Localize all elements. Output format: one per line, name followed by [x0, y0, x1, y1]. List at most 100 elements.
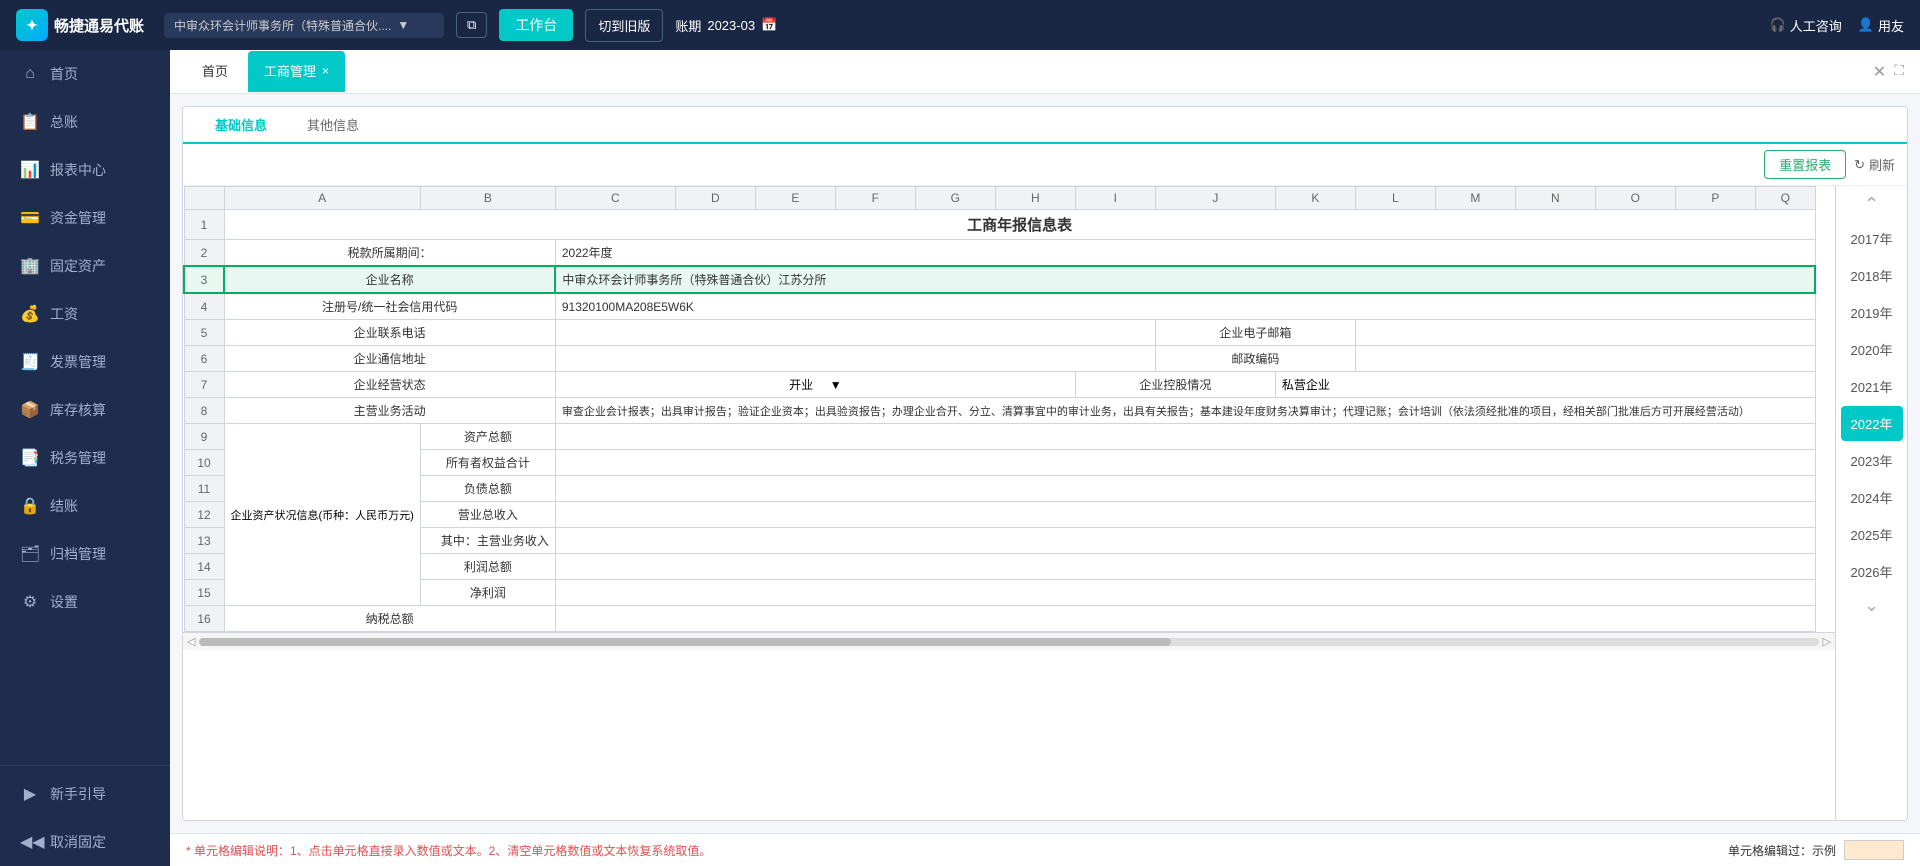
- company-selector[interactable]: 中审众环会计师事务所（特殊普通合伙.... ▼: [164, 13, 444, 38]
- sidebar-item-home[interactable]: ⌂首页: [0, 50, 170, 98]
- sidebar-label-assets: 固定资产: [50, 256, 106, 276]
- year-item-2017年[interactable]: 2017年: [1841, 221, 1903, 256]
- user-avatar[interactable]: 👤 用友: [1858, 16, 1904, 35]
- row6-address[interactable]: [555, 346, 1155, 372]
- sidebar-item-finance[interactable]: 💳资金管理: [0, 194, 170, 242]
- sidebar-item-close[interactable]: 🔒结账: [0, 482, 170, 530]
- user-service[interactable]: 🎧 人工咨询: [1770, 16, 1842, 35]
- year-item-2019年[interactable]: 2019年: [1841, 295, 1903, 330]
- year-item-2026年[interactable]: 2026年: [1841, 554, 1903, 589]
- user-label: 用友: [1878, 16, 1904, 35]
- sidebar-item-assets[interactable]: 🏢固定资产: [0, 242, 170, 290]
- sub-tab-other[interactable]: 其他信息: [287, 107, 379, 144]
- calendar-icon[interactable]: 📅: [761, 17, 777, 33]
- row8-label: 主营业务活动: [224, 398, 555, 424]
- row5-label: 企业联系电话: [224, 320, 555, 346]
- year-item-2018年[interactable]: 2018年: [1841, 258, 1903, 293]
- row12-revenue-value[interactable]: [555, 502, 1815, 528]
- tab-close-btn[interactable]: ×: [322, 64, 329, 78]
- row10-equity-label: 所有者权益合计: [420, 450, 555, 476]
- row5-email-label: 企业电子邮箱: [1155, 320, 1355, 346]
- row10-equity-value[interactable]: [555, 450, 1815, 476]
- year-item-2025年[interactable]: 2025年: [1841, 517, 1903, 552]
- row9-asset-value[interactable]: [555, 424, 1815, 450]
- row-num-2: 2: [184, 240, 224, 267]
- sidebar-item-unpin[interactable]: ◀◀ 取消固定: [0, 818, 170, 866]
- table-row: 11 负债总额: [184, 476, 1815, 502]
- row11-debt-value[interactable]: [555, 476, 1815, 502]
- tab-home[interactable]: 首页: [186, 51, 244, 92]
- row7-status-value[interactable]: 开业 ▼: [555, 372, 1075, 398]
- copy-icon-btn[interactable]: ⧉: [456, 12, 487, 38]
- sidebar-item-payroll[interactable]: 💰工资: [0, 290, 170, 338]
- sub-tab-basic[interactable]: 基础信息: [195, 107, 287, 144]
- row16-tax-value[interactable]: [555, 606, 1815, 632]
- col-header-q: Q: [1755, 187, 1815, 210]
- user-service-label: 人工咨询: [1790, 16, 1842, 35]
- spreadsheet-scroll[interactable]: A B C D E F G H I J: [183, 186, 1835, 820]
- content-area: 首页 工商管理 × ✕ ⛶ 基础信息 其他信息: [170, 50, 1920, 866]
- sidebar-item-report[interactable]: 📊报表中心: [0, 146, 170, 194]
- sidebar-label-home: 首页: [50, 64, 78, 84]
- row14-profit-value[interactable]: [555, 554, 1815, 580]
- scroll-left-icon[interactable]: ◁: [187, 635, 195, 648]
- year-panel-down[interactable]: ⌄: [1860, 591, 1883, 620]
- sidebar-item-invoice[interactable]: 🧾发票管理: [0, 338, 170, 386]
- col-header-c: C: [555, 187, 675, 210]
- sidebar-item-archive[interactable]: 🗂归档管理: [0, 530, 170, 578]
- logo: ✦ 畅捷通易代账: [16, 9, 144, 41]
- reset-report-button[interactable]: 重置报表: [1764, 150, 1846, 179]
- table-row: 1 工商年报信息表: [184, 210, 1815, 240]
- switch-old-button[interactable]: 切到旧版: [585, 9, 663, 42]
- guide-icon: ▶: [20, 784, 40, 804]
- row8-value[interactable]: 审查企业会计报表；出具审计报告；验证企业资本；出具验资报告；办理企业合开、分立、…: [555, 398, 1815, 424]
- close-window-icon[interactable]: ✕: [1873, 62, 1886, 82]
- sidebar-label-tax: 税务管理: [50, 448, 106, 468]
- row7-hold-value[interactable]: 私营企业: [1275, 372, 1815, 398]
- workbench-button[interactable]: 工作台: [499, 9, 573, 41]
- year-panel-up[interactable]: ⌃: [1860, 190, 1883, 219]
- sidebar-item-new-guide[interactable]: ▶ 新手引导: [0, 770, 170, 818]
- col-header-b: B: [420, 187, 555, 210]
- row15-netprofit-value[interactable]: [555, 580, 1815, 606]
- col-header-k: K: [1275, 187, 1355, 210]
- row6-postal[interactable]: [1355, 346, 1815, 372]
- year-item-2024年[interactable]: 2024年: [1841, 480, 1903, 515]
- unpin-label: 取消固定: [50, 832, 106, 852]
- sidebar-item-inventory[interactable]: 📦库存核算: [0, 386, 170, 434]
- horizontal-scroll-bar[interactable]: ◁ ▷: [183, 632, 1835, 650]
- year-item-2023年[interactable]: 2023年: [1841, 443, 1903, 478]
- sidebar-item-tax[interactable]: 📑 税务管理: [0, 434, 170, 482]
- sidebar-label-payroll: 工资: [50, 304, 78, 324]
- chevron-down-icon: ▼: [397, 18, 409, 32]
- sidebar-item-ledger[interactable]: 📋总账: [0, 98, 170, 146]
- row-num-13: 13: [184, 528, 224, 554]
- sidebar-label-ledger: 总账: [50, 112, 78, 132]
- year-item-2021年[interactable]: 2021年: [1841, 369, 1903, 404]
- row3-value[interactable]: 中审众环会计师事务所（特殊普通合伙）江苏分所: [555, 266, 1815, 293]
- table-row: 6 企业通信地址 邮政编码: [184, 346, 1815, 372]
- tax-icon: 📑: [20, 448, 40, 468]
- expand-icon[interactable]: ⛶: [1894, 62, 1904, 82]
- archive-icon: 🗂: [20, 544, 40, 564]
- year-item-2020年[interactable]: 2020年: [1841, 332, 1903, 367]
- row4-value[interactable]: 91320100MA208E5W6K: [555, 293, 1815, 320]
- sample-edited-cell: [1844, 840, 1904, 860]
- row12-revenue-label: 营业总收入: [420, 502, 555, 528]
- row1-title[interactable]: 工商年报信息表: [224, 210, 1815, 240]
- inventory-icon: 📦: [20, 400, 40, 420]
- row13-main-rev-value[interactable]: [555, 528, 1815, 554]
- sidebar-item-settings[interactable]: ⚙设置: [0, 578, 170, 626]
- row2-value[interactable]: 2022年度: [555, 240, 1815, 267]
- scroll-right-icon[interactable]: ▷: [1823, 635, 1831, 648]
- row-num-14: 14: [184, 554, 224, 580]
- logo-text: 畅捷通易代账: [54, 15, 144, 36]
- row5-phone[interactable]: [555, 320, 1155, 346]
- settings-icon: ⚙: [20, 592, 40, 612]
- bottom-bar-right: 单元格编辑过：示例: [1728, 840, 1904, 860]
- row5-email[interactable]: [1355, 320, 1815, 346]
- table-row: 10 所有者权益合计: [184, 450, 1815, 476]
- year-item-2022年[interactable]: 2022年: [1841, 406, 1903, 441]
- refresh-button[interactable]: ↻ 刷新: [1854, 155, 1895, 174]
- tab-gongshang[interactable]: 工商管理 ×: [248, 51, 345, 92]
